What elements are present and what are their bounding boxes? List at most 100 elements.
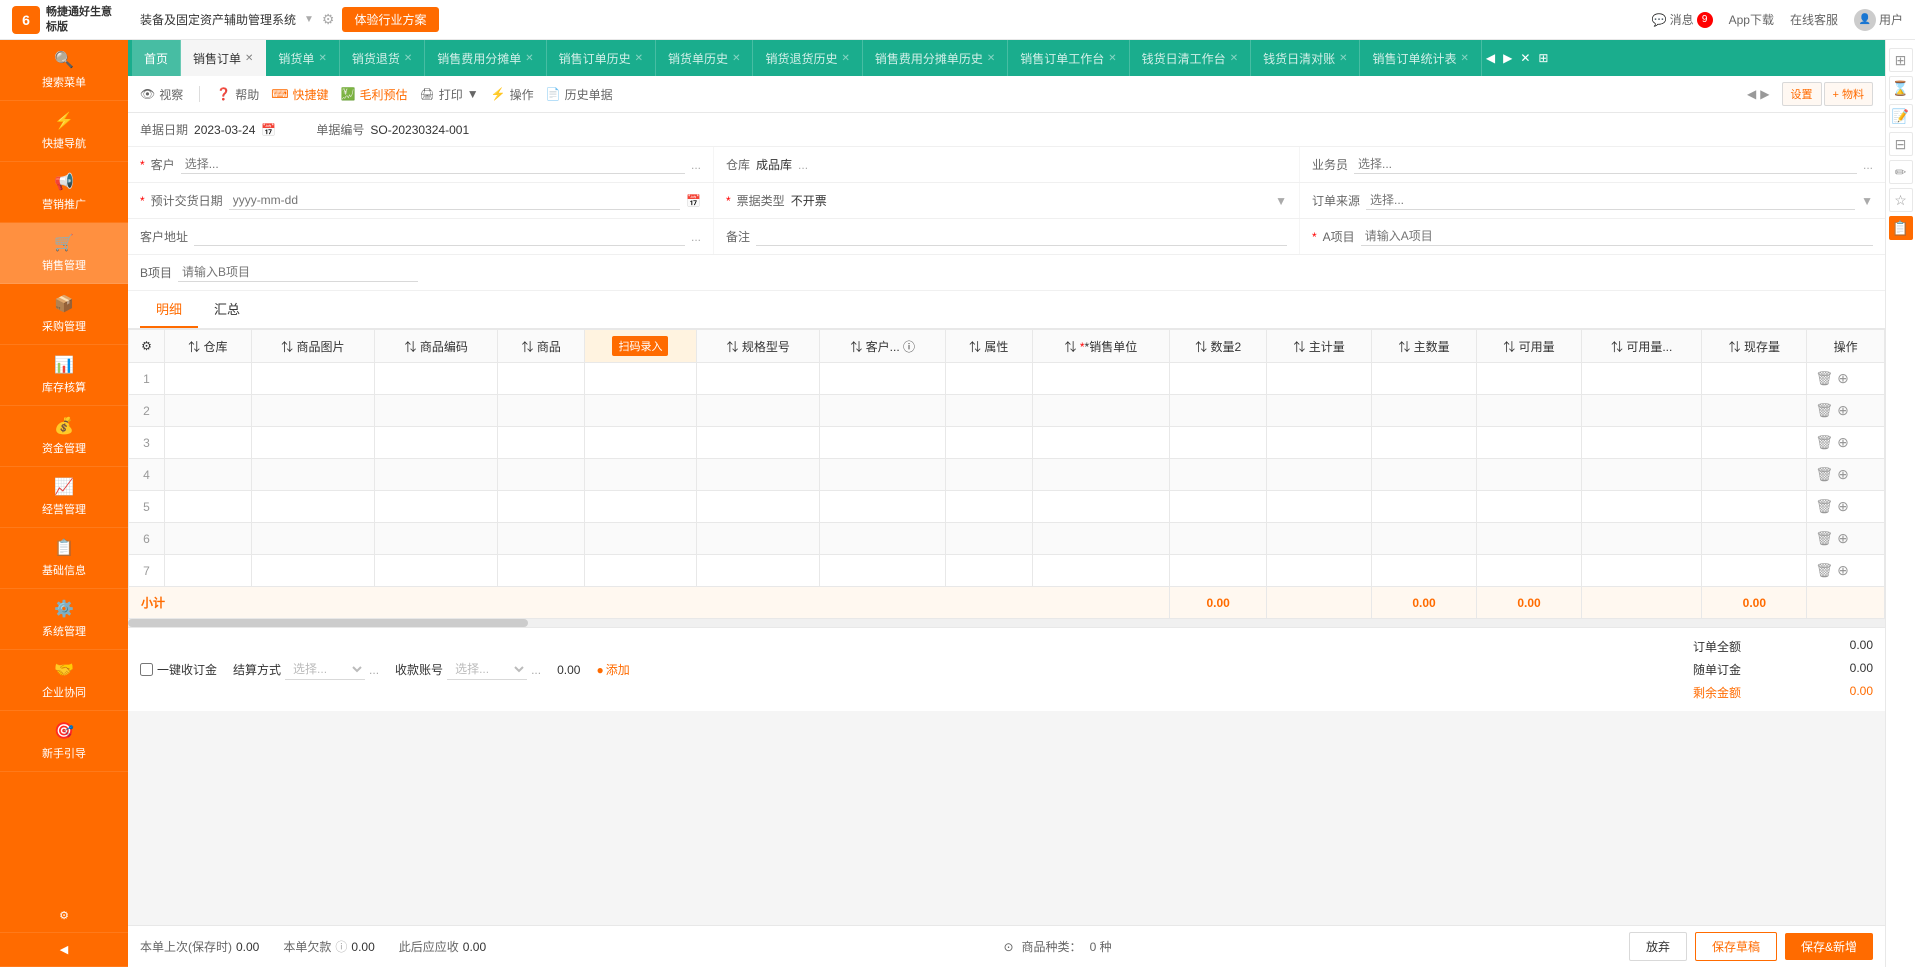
- row-delete-button[interactable]: 🗑: [1815, 562, 1833, 579]
- tab-daily-workbench[interactable]: 钱货日清工作台 ✕: [1130, 40, 1251, 76]
- addr-input[interactable]: [194, 227, 685, 246]
- addr-dots[interactable]: ...: [691, 230, 701, 244]
- tab-sales-order-history[interactable]: 销售订单历史 ✕: [547, 40, 656, 76]
- tab-close-icon[interactable]: ✕: [404, 53, 412, 64]
- col-product-image[interactable]: ⇅ 商品图片: [251, 330, 374, 363]
- app-download-button[interactable]: App下载: [1729, 11, 1774, 28]
- row-main-qty[interactable]: [1372, 363, 1477, 395]
- settings-button[interactable]: 设置: [1782, 82, 1822, 106]
- row-current-stock[interactable]: [1702, 363, 1807, 395]
- col-product[interactable]: ⇅ 商品: [498, 330, 585, 363]
- payment-method-select[interactable]: [285, 659, 365, 680]
- tab-close-icon[interactable]: ✕: [841, 53, 849, 64]
- row-copy-button[interactable]: ⊕: [1837, 402, 1849, 419]
- row-available2[interactable]: [1581, 363, 1701, 395]
- one-key-order-checkbox[interactable]: [140, 663, 153, 676]
- view-button[interactable]: 👁 视察: [140, 86, 183, 103]
- sidebar-item-guide[interactable]: 🎯 新手引导: [0, 711, 128, 772]
- sidebar-item-search[interactable]: 🔍 搜索菜单: [0, 40, 128, 101]
- row-attr[interactable]: [945, 363, 1032, 395]
- row-product[interactable]: [498, 363, 585, 395]
- tab-expense-split[interactable]: 销售费用分摊单 ✕: [425, 40, 546, 76]
- right-icon-6[interactable]: ☆: [1889, 188, 1913, 212]
- payment-dots[interactable]: ...: [369, 663, 379, 677]
- add-material-button[interactable]: + 物料: [1824, 82, 1873, 106]
- col-current-stock[interactable]: ⇅ 现存量: [1702, 330, 1807, 363]
- col-available2[interactable]: ⇅ 可用量...: [1581, 330, 1701, 363]
- right-icon-4[interactable]: ⊟: [1889, 132, 1913, 156]
- sidebar-item-finance[interactable]: 💰 资金管理: [0, 406, 128, 467]
- sidebar-item-nav[interactable]: ⚡ 快捷导航: [0, 101, 128, 162]
- horizontal-scrollbar[interactable]: [128, 619, 1885, 627]
- col-product-code[interactable]: ⇅ 商品编码: [374, 330, 497, 363]
- tab-close-icon[interactable]: ✕: [245, 53, 253, 64]
- row-copy-button[interactable]: ⊕: [1837, 498, 1849, 515]
- row-delete-button[interactable]: 🗑: [1815, 530, 1833, 547]
- tab-close-icon[interactable]: ✕: [1339, 53, 1347, 64]
- row-copy-button[interactable]: ⊕: [1837, 466, 1849, 483]
- sidebar-item-operations[interactable]: 📈 经营管理: [0, 467, 128, 528]
- row-main-unit[interactable]: [1267, 363, 1372, 395]
- a-project-input[interactable]: [1361, 227, 1873, 246]
- right-icon-3[interactable]: 📝: [1889, 104, 1913, 128]
- col-main-unit[interactable]: ⇅ 主计量: [1267, 330, 1372, 363]
- row-product-image[interactable]: [251, 363, 374, 395]
- col-warehouse[interactable]: ⇅ 仓库: [165, 330, 252, 363]
- tab-close-all-button[interactable]: ✕: [1516, 51, 1534, 65]
- tab-close-icon[interactable]: ✕: [1230, 53, 1238, 64]
- tab-close-icon[interactable]: ✕: [635, 53, 643, 64]
- next-record-icon[interactable]: ▶: [1760, 87, 1769, 101]
- row-spec[interactable]: [697, 363, 820, 395]
- row-delete-button[interactable]: 🗑: [1815, 466, 1833, 483]
- sidebar-item-basic-info[interactable]: 📋 基础信息: [0, 528, 128, 589]
- tab-sales-return[interactable]: 销货退货 ✕: [340, 40, 425, 76]
- col-main-qty[interactable]: ⇅ 主数量: [1372, 330, 1477, 363]
- sidebar-item-purchase[interactable]: 📦 采购管理: [0, 284, 128, 345]
- user-avatar[interactable]: 👤 用户: [1854, 9, 1903, 31]
- discard-button[interactable]: 放弃: [1629, 932, 1687, 961]
- row-copy-button[interactable]: ⊕: [1837, 530, 1849, 547]
- tab-maximize-button[interactable]: ⊞: [1534, 51, 1552, 65]
- tab-close-icon[interactable]: ✕: [732, 53, 740, 64]
- row-available[interactable]: [1477, 363, 1582, 395]
- tab-reconcile[interactable]: 钱货日清对账 ✕: [1251, 40, 1360, 76]
- remarks-input[interactable]: [756, 227, 1287, 246]
- online-service-button[interactable]: 在线客服: [1790, 11, 1838, 28]
- tab-home[interactable]: 首页: [132, 40, 181, 76]
- tab-sales-workbench[interactable]: 销售订单工作台 ✕: [1008, 40, 1129, 76]
- row-delete-button[interactable]: 🗑: [1815, 370, 1833, 387]
- tab-prev-button[interactable]: ◀: [1482, 51, 1499, 65]
- save-draft-button[interactable]: 保存草稿: [1695, 932, 1777, 961]
- calendar-icon[interactable]: 📅: [261, 123, 276, 137]
- tab-close-icon[interactable]: ✕: [987, 53, 995, 64]
- warehouse-dots[interactable]: ...: [798, 158, 808, 172]
- row-qty2[interactable]: [1170, 363, 1267, 395]
- row-delete-button[interactable]: 🗑: [1815, 402, 1833, 419]
- order-source-dropdown-icon[interactable]: ▼: [1861, 194, 1873, 208]
- delivery-calendar-icon[interactable]: 📅: [686, 194, 701, 208]
- print-dropdown-icon[interactable]: ▼: [467, 87, 479, 101]
- row-copy-button[interactable]: ⊕: [1837, 370, 1849, 387]
- right-icon-7[interactable]: 📋: [1889, 216, 1913, 240]
- tab-next-button[interactable]: ▶: [1499, 51, 1516, 65]
- tab-summary[interactable]: 汇总: [198, 291, 256, 328]
- col-available[interactable]: ⇅ 可用量: [1477, 330, 1582, 363]
- profit-button[interactable]: 💹 毛利预估: [341, 86, 408, 103]
- customer-input[interactable]: [181, 155, 685, 174]
- add-button[interactable]: ● 添加: [596, 661, 629, 678]
- tab-close-icon[interactable]: ✕: [318, 53, 326, 64]
- tab-sales-order[interactable]: 销售订单 ✕: [181, 40, 266, 76]
- row-scan[interactable]: [584, 363, 696, 395]
- row-delete-button[interactable]: 🗑: [1815, 498, 1833, 515]
- row-copy-button[interactable]: ⊕: [1837, 434, 1849, 451]
- customer-dots[interactable]: ...: [691, 158, 701, 172]
- tab-expense-history[interactable]: 销售费用分摊单历史 ✕: [863, 40, 1008, 76]
- right-icon-2[interactable]: ⌛: [1889, 76, 1913, 100]
- receipt-dots[interactable]: ...: [531, 663, 541, 677]
- tab-close-icon[interactable]: ✕: [1461, 53, 1469, 64]
- receipt-account-select[interactable]: [447, 659, 527, 680]
- tab-stats[interactable]: 销售订单统计表 ✕: [1360, 40, 1481, 76]
- col-scan[interactable]: 扫码录入: [584, 330, 696, 363]
- row-sales-unit[interactable]: [1032, 363, 1170, 395]
- col-qty2[interactable]: ⇅ 数量2: [1170, 330, 1267, 363]
